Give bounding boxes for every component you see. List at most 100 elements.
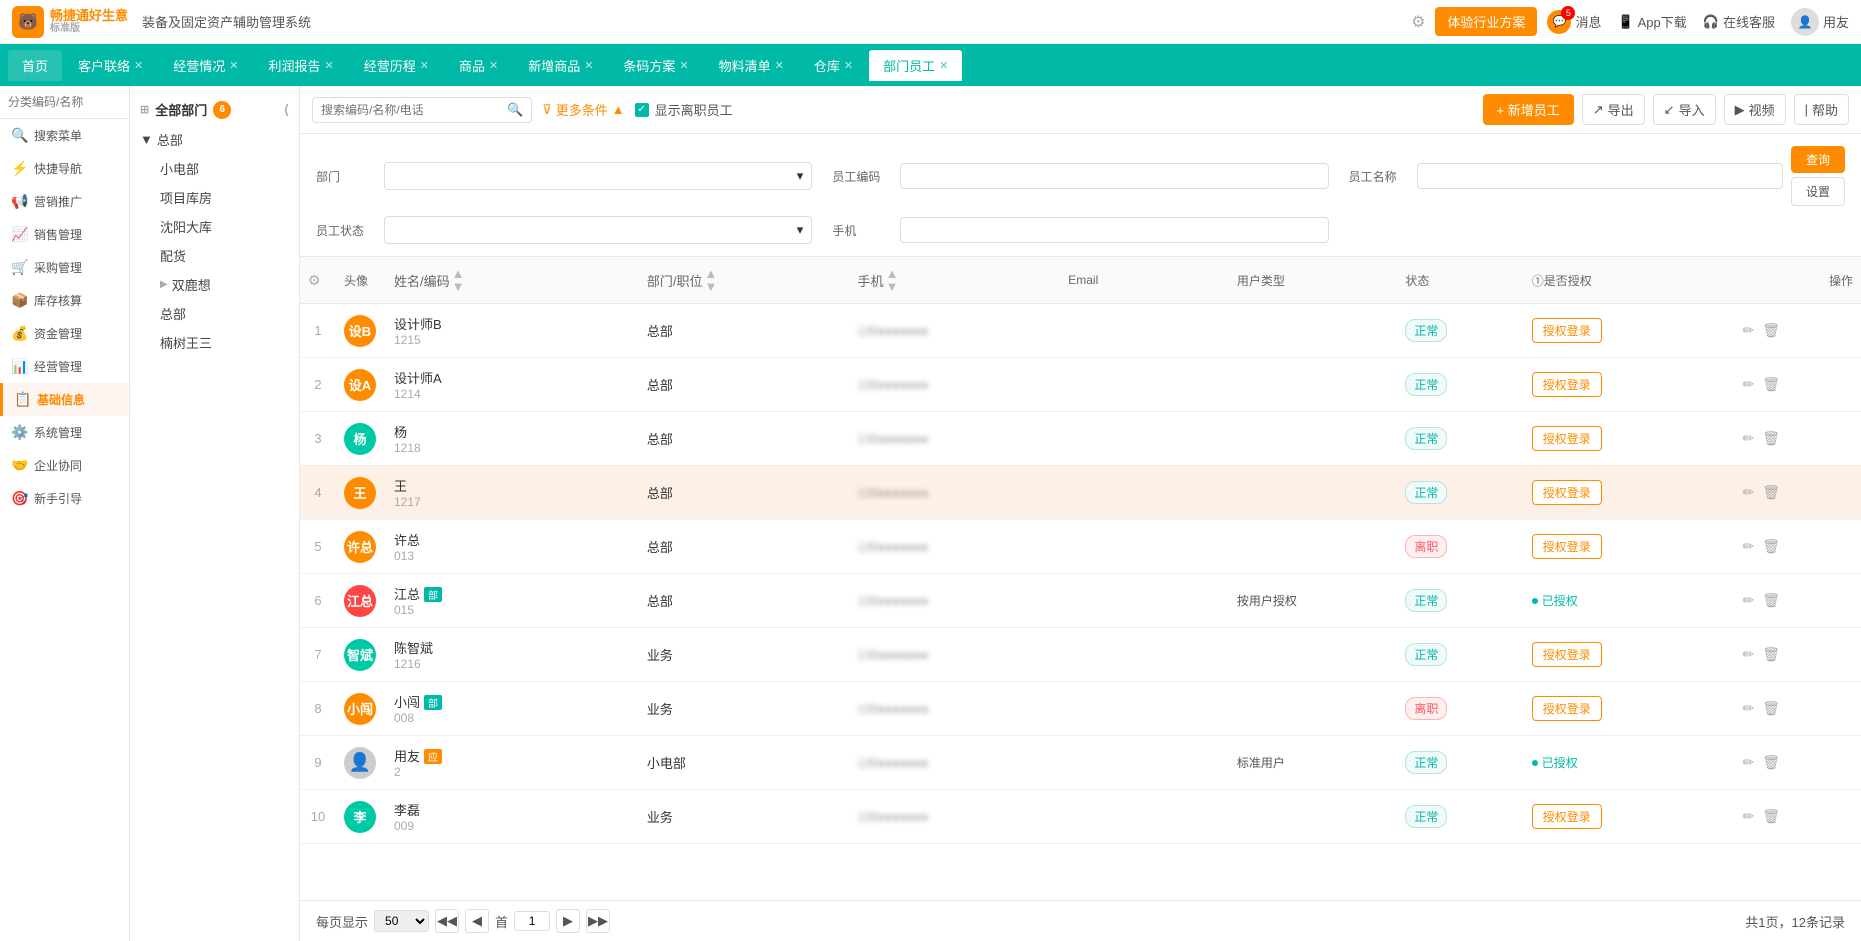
dept-node-general[interactable]: ▼ 总部 <box>130 125 299 154</box>
authorize-button[interactable]: 授权登录 <box>1532 804 1602 829</box>
delete-icon[interactable]: 🗑 <box>1762 430 1780 447</box>
set-button[interactable]: 设置 <box>1791 177 1845 206</box>
authorize-button[interactable]: 授权登录 <box>1532 318 1602 343</box>
delete-icon[interactable]: 🗑 <box>1762 700 1780 717</box>
tab-business-status[interactable]: 经营情况 ✕ <box>159 50 252 81</box>
tab-warehouse[interactable]: 仓库 ✕ <box>800 50 867 81</box>
more-conditions-button[interactable]: ⊽ 更多条件 ▲ <box>542 100 624 119</box>
dept-collapse-icon[interactable]: ⟨ <box>284 102 289 118</box>
edit-icon[interactable]: ✏ <box>1743 430 1755 447</box>
dept-node-shuanglu[interactable]: ▶ 双鹿想 <box>140 270 299 299</box>
dept-node-distribution[interactable]: 配货 <box>140 241 299 270</box>
delete-icon[interactable]: 🗑 <box>1762 808 1780 825</box>
delete-icon[interactable]: 🗑 <box>1762 376 1780 393</box>
edit-icon[interactable]: ✏ <box>1743 646 1755 663</box>
dept-node-shenyang[interactable]: 沈阳大库 <box>140 212 299 241</box>
tab-add-goods[interactable]: 新增商品 ✕ <box>514 50 607 81</box>
phone-sort[interactable]: 手机 ▲▼ <box>858 267 1053 293</box>
help-button[interactable]: | 帮助 <box>1794 94 1849 125</box>
online-service-button[interactable]: 🎧 在线客服 <box>1703 12 1775 31</box>
next-page-button[interactable]: ▶ <box>556 909 580 933</box>
close-icon[interactable]: ✕ <box>844 59 853 72</box>
sidebar-item-sales[interactable]: 📈销售管理 <box>0 218 129 251</box>
authorize-button[interactable]: 授权登录 <box>1532 696 1602 721</box>
edit-icon[interactable]: ✏ <box>1743 376 1755 393</box>
dept-node-xiaodian[interactable]: 小电部 <box>140 154 299 183</box>
user-menu[interactable]: 👤 用友 <box>1791 8 1849 36</box>
authorize-button[interactable]: 授权登录 <box>1532 534 1602 559</box>
edit-icon[interactable]: ✏ <box>1743 754 1755 771</box>
authorize-button[interactable]: 授权登录 <box>1532 426 1602 451</box>
sidebar-item-guide[interactable]: 🎯新手引导 <box>0 482 129 515</box>
close-icon[interactable]: ✕ <box>134 59 143 72</box>
edit-icon[interactable]: ✏ <box>1743 700 1755 717</box>
trial-button[interactable]: 体验行业方案 <box>1435 7 1537 36</box>
close-icon[interactable]: ✕ <box>939 59 948 72</box>
search-button[interactable]: 查询 <box>1791 146 1845 173</box>
add-employee-button[interactable]: + 新增员工 <box>1483 94 1574 125</box>
table-settings-icon[interactable]: ⚙ <box>308 272 321 288</box>
sidebar-item-quicknav[interactable]: ⚡快捷导航 <box>0 152 129 185</box>
delete-icon[interactable]: 🗑 <box>1762 646 1780 663</box>
first-page-button[interactable]: ◀◀ <box>435 909 459 933</box>
close-icon[interactable]: ✕ <box>775 59 784 72</box>
authorize-button[interactable]: 授权登录 <box>1532 642 1602 667</box>
tab-goods[interactable]: 商品 ✕ <box>445 50 512 81</box>
authorize-button[interactable]: 授权登录 <box>1532 372 1602 397</box>
sidebar-search-input[interactable] <box>8 95 130 109</box>
edit-icon[interactable]: ✏ <box>1743 808 1755 825</box>
authorize-button[interactable]: 授权登录 <box>1532 480 1602 505</box>
prev-page-button[interactable]: ◀ <box>465 909 489 933</box>
last-page-button[interactable]: ▶▶ <box>586 909 610 933</box>
tab-home[interactable]: 首页 <box>8 50 62 81</box>
sidebar-item-finance[interactable]: 💰资金管理 <box>0 317 129 350</box>
delete-icon[interactable]: 🗑 <box>1762 322 1780 339</box>
name-sort[interactable]: 姓名/编码 ▲▼ <box>394 267 631 293</box>
status-select[interactable]: ▾ <box>384 216 812 244</box>
show-resigned-toggle[interactable]: ✓ 显示离职员工 <box>635 100 733 119</box>
export-button[interactable]: ↗ 导出 <box>1582 94 1645 125</box>
tab-history[interactable]: 经营历程 ✕ <box>350 50 443 81</box>
dept-node-zongbu[interactable]: 总部 <box>140 299 299 328</box>
employee-name-input[interactable] <box>1417 163 1783 189</box>
dept-node-nanshi[interactable]: 楠树王三 <box>140 328 299 357</box>
tab-department[interactable]: 部门员工 ✕ <box>869 50 962 81</box>
sidebar-item-operations[interactable]: 📊经营管理 <box>0 350 129 383</box>
close-icon[interactable]: ✕ <box>584 59 593 72</box>
close-icon[interactable]: ✕ <box>325 59 334 72</box>
delete-icon[interactable]: 🗑 <box>1762 484 1780 501</box>
delete-icon[interactable]: 🗑 <box>1762 754 1780 771</box>
phone-input[interactable] <box>900 217 1328 243</box>
edit-icon[interactable]: ✏ <box>1743 538 1755 555</box>
close-icon[interactable]: ✕ <box>229 59 238 72</box>
employee-code-input[interactable] <box>900 163 1328 189</box>
tab-bom[interactable]: 物料清单 ✕ <box>705 50 798 81</box>
close-icon[interactable]: ✕ <box>420 59 429 72</box>
page-number-input[interactable] <box>514 911 550 931</box>
tab-customer[interactable]: 客户联络 ✕ <box>64 50 157 81</box>
import-button[interactable]: ↙ 导入 <box>1653 94 1716 125</box>
sidebar-item-inventory[interactable]: 📦库存核算 <box>0 284 129 317</box>
gear-icon[interactable]: ⚙ <box>1411 12 1425 32</box>
sidebar-item-search[interactable]: 🔍搜索菜单 <box>0 119 129 152</box>
edit-icon[interactable]: ✏ <box>1743 322 1755 339</box>
sidebar-item-collab[interactable]: 🤝企业协同 <box>0 449 129 482</box>
edit-icon[interactable]: ✏ <box>1743 592 1755 609</box>
tab-barcode[interactable]: 条码方案 ✕ <box>609 50 702 81</box>
dept-node-project[interactable]: 项目库房 <box>140 183 299 212</box>
dept-select[interactable]: ▾ <box>384 162 812 190</box>
close-icon[interactable]: ✕ <box>679 59 688 72</box>
delete-icon[interactable]: 🗑 <box>1762 538 1780 555</box>
sidebar-item-system[interactable]: ⚙️系统管理 <box>0 416 129 449</box>
per-page-select[interactable]: 50 100 <box>374 910 429 932</box>
tab-profit[interactable]: 利润报告 ✕ <box>254 50 347 81</box>
delete-icon[interactable]: 🗑 <box>1762 592 1780 609</box>
employee-search-input[interactable] <box>321 103 501 117</box>
video-button[interactable]: ▶ 视频 <box>1724 94 1786 125</box>
sidebar-item-marketing[interactable]: 📢营销推广 <box>0 185 129 218</box>
sidebar-item-purchase[interactable]: 🛒采购管理 <box>0 251 129 284</box>
sidebar-item-basic-info[interactable]: 📋基础信息 <box>0 383 129 416</box>
close-icon[interactable]: ✕ <box>489 59 498 72</box>
edit-icon[interactable]: ✏ <box>1743 484 1755 501</box>
message-button[interactable]: 💬5 消息 <box>1547 10 1601 34</box>
